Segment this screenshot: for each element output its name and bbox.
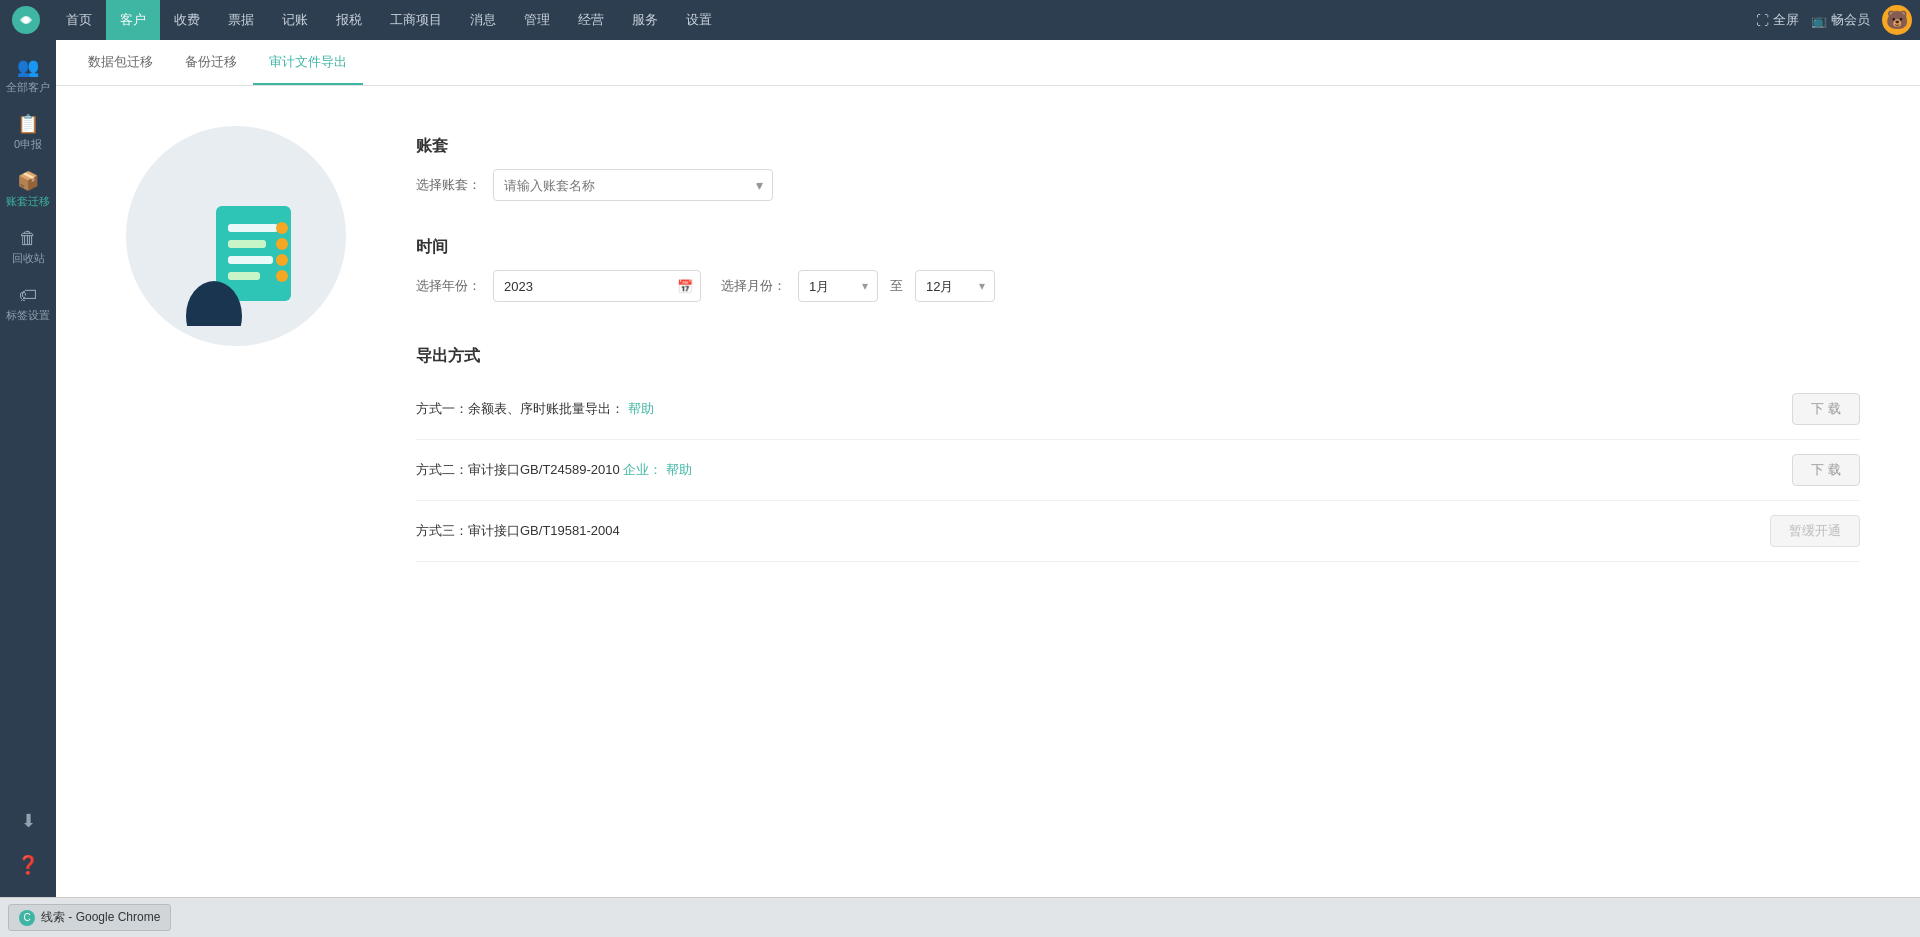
export-label-1: 方式一：余额表、序时账批量导出： 帮助 [416,400,654,418]
taskbar: C 线索 - Google Chrome [0,897,1920,937]
label-icon: 🏷 [19,286,37,304]
nav-service[interactable]: 服务 [618,0,672,40]
month-from-wrapper: 1月2月3月4月 5月6月7月8月 9月10月11月12月 [798,270,878,302]
top-nav: 首页 客户 收费 票据 记账 报税 工商项目 消息 管理 经营 服务 设置 ⛶ … [0,0,1920,40]
svg-rect-5 [228,256,273,264]
main-layout: 👥 全部客户 📋 0申报 📦 账套迁移 🗑 回收站 🏷 标签设置 ⬇ ❓ 数据包… [0,40,1920,897]
nav-business[interactable]: 工商项目 [376,0,456,40]
help-link-2[interactable]: 帮助 [666,462,692,477]
month-label: 选择月份： [721,277,786,295]
sidebar-download-button[interactable]: ⬇ [8,801,48,841]
enterprise-link[interactable]: 企业： [623,462,662,477]
member-icon: 📺 [1811,13,1827,28]
logo [8,2,44,38]
sidebar-help-button[interactable]: ❓ [8,845,48,885]
nav-message[interactable]: 消息 [456,0,510,40]
taskbar-item-label: 线索 - Google Chrome [41,909,160,926]
sidebar-item-zero-declare[interactable]: 📋 0申报 [0,105,56,162]
svg-point-9 [276,254,288,266]
download-btn-1[interactable]: 下 载 [1792,393,1860,425]
illustration-circle [126,126,346,346]
nav-operation[interactable]: 经营 [564,0,618,40]
tab-data-migration[interactable]: 数据包迁移 [72,41,169,85]
coming-soon-btn[interactable]: 暂缓开通 [1770,515,1860,547]
year-label: 选择年份： [416,277,481,295]
left-sidebar: 👥 全部客户 📋 0申报 📦 账套迁移 🗑 回收站 🏷 标签设置 ⬇ ❓ [0,40,56,897]
download-btn-2[interactable]: 下 载 [1792,454,1860,486]
month-from-select[interactable]: 1月2月3月4月 5月6月7月8月 9月10月11月12月 [798,270,878,302]
time-row: 选择年份： 📅 选择月份： 1月2月3月4月 5月6月7月8月 9月10月11月… [416,270,1860,302]
recycle-icon: 🗑 [19,229,37,247]
migration-icon: 📦 [17,172,39,190]
svg-rect-4 [228,240,266,248]
sidebar-item-recycle[interactable]: 🗑 回收站 [0,219,56,276]
fullscreen-icon: ⛶ [1756,13,1769,28]
nav-settings[interactable]: 设置 [672,0,726,40]
svg-rect-13 [214,286,232,326]
chrome-icon: C [19,910,35,926]
tab-bar: 数据包迁移 备份迁移 审计文件导出 [56,40,1920,86]
month-to-select[interactable]: 1月2月3月4月 5月6月7月8月 9月10月11月 12月 [915,270,995,302]
tab-audit-export[interactable]: 审计文件导出 [253,41,363,85]
time-section: 时间 选择年份： 📅 选择月份： 1月2月3月4月 5月6月7月8月 [416,237,1860,310]
sidebar-item-label-settings[interactable]: 🏷 标签设置 [0,276,56,333]
account-label: 选择账套： [416,176,481,194]
year-input-wrapper: 📅 [493,270,701,302]
svg-rect-12 [190,291,210,326]
help-link-1[interactable]: 帮助 [628,401,654,416]
export-section-title: 导出方式 [416,346,1860,367]
content-area: 数据包迁移 备份迁移 审计文件导出 [56,40,1920,897]
month-to-wrapper: 1月2月3月4月 5月6月7月8月 9月10月11月 12月 [915,270,995,302]
page-content: 账套 选择账套： ▾ 时间 选择年份： [56,86,1920,897]
nav-customer[interactable]: 客户 [106,0,160,40]
nav-home[interactable]: 首页 [52,0,106,40]
nav-invoice[interactable]: 票据 [214,0,268,40]
nav-right: ⛶ 全屏 📺 畅会员 🐻 [1756,5,1912,35]
export-label-2: 方式二：审计接口GB/T24589-2010 企业： 帮助 [416,461,692,479]
form-area: 账套 选择账套： ▾ 时间 选择年份： [416,126,1860,562]
export-row-2: 方式二：审计接口GB/T24589-2010 企业： 帮助 下 载 [416,440,1860,501]
account-input[interactable] [493,169,773,201]
export-row-3: 方式三：审计接口GB/T19581-2004 暂缓开通 [416,501,1860,562]
year-input[interactable] [493,270,701,302]
nav-items: 首页 客户 收费 票据 记账 报税 工商项目 消息 管理 经营 服务 设置 [52,0,1756,40]
svg-point-7 [276,222,288,234]
account-select-wrapper: ▾ [493,169,773,201]
nav-tax[interactable]: 报税 [322,0,376,40]
export-row-1: 方式一：余额表、序时账批量导出： 帮助 下 载 [416,379,1860,440]
account-row: 选择账套： ▾ [416,169,1860,201]
customers-icon: 👥 [17,58,39,76]
time-section-title: 时间 [416,237,1860,258]
illustration-area [116,126,356,346]
nav-billing[interactable]: 收费 [160,0,214,40]
sidebar-item-all-customers[interactable]: 👥 全部客户 [0,48,56,105]
svg-point-1 [23,17,29,23]
sidebar-item-account-migration[interactable]: 📦 账套迁移 [0,162,56,219]
declare-icon: 📋 [17,115,39,133]
svg-point-8 [276,238,288,250]
fullscreen-button[interactable]: ⛶ 全屏 [1756,11,1799,29]
export-label-3: 方式三：审计接口GB/T19581-2004 [416,522,620,540]
tab-backup-migration[interactable]: 备份迁移 [169,41,253,85]
svg-rect-6 [228,272,260,280]
svg-rect-3 [228,224,278,232]
avatar[interactable]: 🐻 [1882,5,1912,35]
nav-bookkeeping[interactable]: 记账 [268,0,322,40]
svg-point-10 [276,270,288,282]
taskbar-chrome-item[interactable]: C 线索 - Google Chrome [8,904,171,931]
member-button[interactable]: 📺 畅会员 [1811,11,1870,29]
account-section: 账套 选择账套： ▾ [416,136,1860,209]
export-section: 导出方式 方式一：余额表、序时账批量导出： 帮助 下 载 方式二：审计接口GB/… [416,346,1860,562]
account-section-title: 账套 [416,136,1860,157]
separator: 至 [890,277,903,295]
nav-manage[interactable]: 管理 [510,0,564,40]
sidebar-bottom: ⬇ ❓ [8,801,48,897]
